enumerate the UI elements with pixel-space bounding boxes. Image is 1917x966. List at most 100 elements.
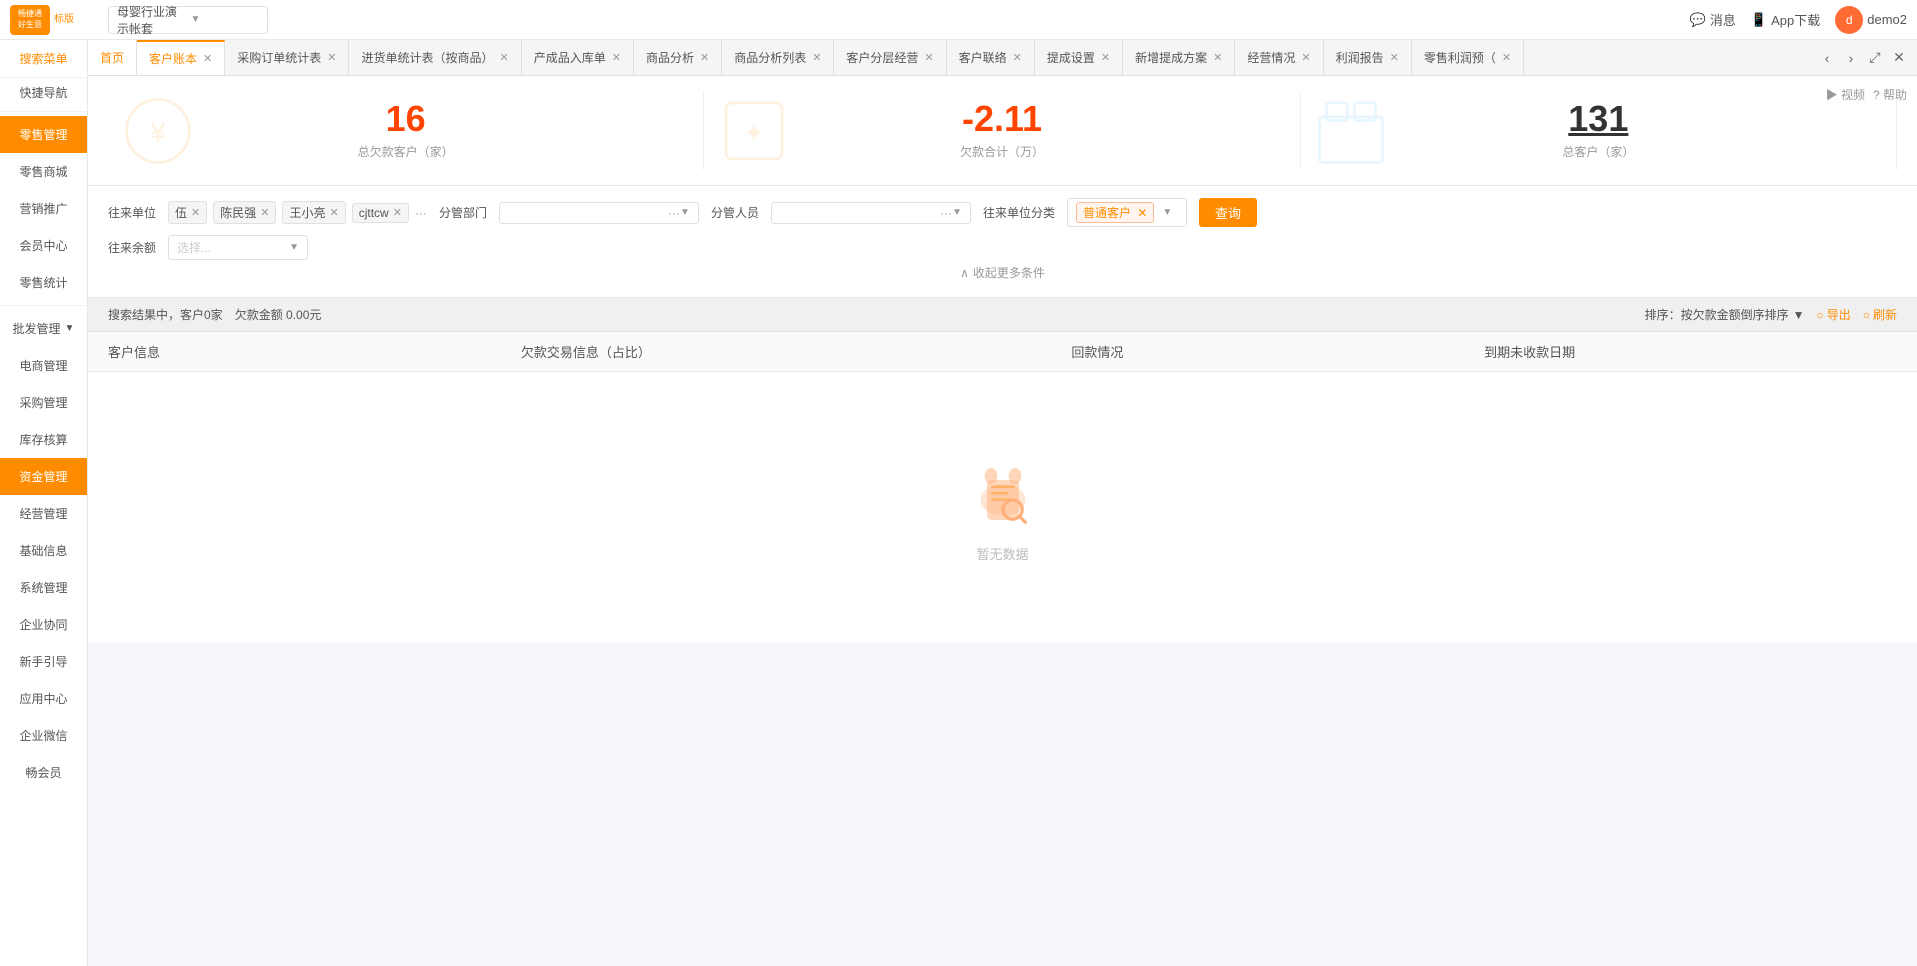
user-name: demo2 [1867, 12, 1907, 27]
tab-close-customer-ledger[interactable]: ✕ [203, 52, 212, 65]
sidebar-item-retail-management[interactable]: 零售管理 [0, 116, 87, 153]
tab-close-all-button[interactable]: ✕ [1889, 48, 1909, 68]
tab-customer-tier[interactable]: 客户分层经营 ✕ [834, 40, 946, 76]
sidebar: 搜索菜单 快捷导航 零售管理 零售商城 营销推广 会员中心 零售统计 批发管理 … [0, 40, 88, 966]
results-summary: 搜索结果中，客户0家 [108, 306, 223, 323]
sidebar-item-guide[interactable]: 新手引导 [0, 643, 87, 680]
person-selector[interactable]: ··· ▼ [771, 202, 971, 224]
sidebar-item-wholesale[interactable]: 批发管理 ▼ [0, 310, 87, 347]
category-filter-label: 往来单位分类 [983, 204, 1055, 221]
tab-close-customer-tier[interactable]: ✕ [924, 51, 933, 64]
video-help-button[interactable]: ▶ 视频 [1826, 86, 1865, 103]
tab-goods-analysis[interactable]: 商品分析 ✕ [634, 40, 722, 76]
category-tag: 普通客户 ✕ [1076, 202, 1154, 223]
sidebar-item-operations[interactable]: 经营管理 [0, 495, 87, 532]
collapse-filters-button[interactable]: ∧ 收起更多条件 [108, 260, 1897, 285]
tab-customer-ledger[interactable]: 客户账本 ✕ [137, 40, 225, 76]
tab-next-button[interactable]: › [1841, 48, 1861, 68]
sidebar-item-member[interactable]: 畅会员 [0, 754, 87, 791]
tab-customer-contact[interactable]: 客户联络 ✕ [947, 40, 1035, 76]
sort-selector[interactable]: 排序：按欠款金额倒序排序 ▼ [1645, 306, 1805, 323]
app-logo: 畅捷通好生意 [10, 5, 50, 35]
empty-icon [963, 452, 1043, 532]
tab-close-contact[interactable]: ✕ [1013, 51, 1022, 64]
content-area: 首页 客户账本 ✕ 采购订单统计表 ✕ 进货单统计表（按商品） ✕ 产成品入库单… [88, 40, 1917, 966]
unit-filter-label: 往来单位 [108, 204, 156, 221]
sidebar-item-wechat[interactable]: 企业微信 [0, 717, 87, 754]
tab-profit-report[interactable]: 利润报告 ✕ [1324, 40, 1412, 76]
sidebar-item-basic-info[interactable]: 基础信息 [0, 532, 87, 569]
tab-operations[interactable]: 经营情况 ✕ [1235, 40, 1323, 76]
unit-tag-more[interactable]: ··· [415, 206, 427, 220]
workspace-selector[interactable]: 母婴行业演示帐套 ▼ [108, 6, 268, 34]
filter-row-2: 往来余额 选择... ▼ [108, 235, 1897, 260]
unit-tag-cjttcw-close[interactable]: ✕ [393, 206, 402, 219]
sidebar-item-retail-mall[interactable]: 零售商城 [0, 153, 87, 190]
sidebar-item-inventory[interactable]: 库存核算 [0, 421, 87, 458]
table-area: 客户信息 欠款交易信息（占比） 回款情况 到期未收款日期 [88, 332, 1917, 643]
sidebar-item-retail-stats[interactable]: 零售统计 [0, 264, 87, 301]
top-right-area: 💬 消息 📱 App下载 d demo2 [1690, 6, 1907, 34]
refresh-button[interactable]: ○ 刷新 [1863, 306, 1897, 323]
tab-close-goods-inbound[interactable]: ✕ [500, 51, 509, 64]
tab-close-goods-list[interactable]: ✕ [812, 51, 821, 64]
dept-selector[interactable]: ··· ▼ [499, 202, 699, 224]
sidebar-item-app-center[interactable]: 应用中心 [0, 680, 87, 717]
tab-close-goods-analysis[interactable]: ✕ [700, 51, 709, 64]
tab-goods-inbound[interactable]: 进货单统计表（按商品） ✕ [349, 40, 521, 76]
tab-retail-profit[interactable]: 零售利润预（ ✕ [1412, 40, 1524, 76]
export-button[interactable]: ○ 导出 [1816, 306, 1850, 323]
results-amount: 欠款金额 0.00元 [235, 306, 322, 323]
stat-label-3: 总客户（家） [1562, 143, 1634, 160]
svg-text:✦: ✦ [744, 120, 765, 147]
unit-tag-wang-close[interactable]: ✕ [330, 206, 339, 219]
sidebar-item-membership[interactable]: 会员中心 [0, 227, 87, 264]
tab-new-commission[interactable]: 新增提成方案 ✕ [1123, 40, 1235, 76]
unit-tag-wu-close[interactable]: ✕ [191, 206, 200, 219]
sidebar-item-marketing[interactable]: 营销推广 [0, 190, 87, 227]
sidebar-item-purchase[interactable]: 采购管理 [0, 384, 87, 421]
sidebar-item-enterprise[interactable]: 企业协同 [0, 606, 87, 643]
balance-selector[interactable]: 选择... ▼ [168, 235, 308, 260]
tab-close-retail-profit[interactable]: ✕ [1502, 51, 1511, 64]
dept-chevron-icon: ▼ [680, 207, 690, 218]
tab-commission-settings[interactable]: 提成设置 ✕ [1035, 40, 1123, 76]
query-button[interactable]: 查询 [1199, 198, 1257, 227]
tab-close-purchase-stats[interactable]: ✕ [327, 51, 336, 64]
help-icons: ▶ 视频 ? 帮助 [1826, 86, 1907, 103]
category-selector[interactable]: 普通客户 ✕ ▼ [1067, 198, 1187, 227]
help-button[interactable]: ? 帮助 [1873, 86, 1907, 103]
tab-purchase-stats[interactable]: 采购订单统计表 ✕ [225, 40, 349, 76]
sidebar-item-ecommerce[interactable]: 电商管理 [0, 347, 87, 384]
sidebar-item-finance[interactable]: 资金管理 [0, 458, 87, 495]
unit-tag-wu: 伍 ✕ [168, 201, 207, 224]
results-actions: 排序：按欠款金额倒序排序 ▼ ○ 导出 ○ 刷新 [1645, 306, 1897, 323]
page-content: ¥ 16 总欠款客户（家） ✦ [88, 76, 1917, 966]
tab-production-inbound[interactable]: 产成品入库单 ✕ [522, 40, 634, 76]
tab-expand-button[interactable]: ⤢ [1865, 48, 1885, 68]
tab-close-new-commission[interactable]: ✕ [1213, 51, 1222, 64]
user-avatar-area[interactable]: d demo2 [1835, 6, 1907, 34]
unit-tag-chen-close[interactable]: ✕ [260, 206, 269, 219]
message-button[interactable]: 💬 消息 [1690, 10, 1736, 29]
collapse-icon: ∧ [960, 266, 969, 280]
tab-close-commission[interactable]: ✕ [1101, 51, 1110, 64]
tab-prev-button[interactable]: ‹ [1817, 48, 1837, 68]
empty-text: 暂无数据 [976, 544, 1028, 563]
sidebar-item-system[interactable]: 系统管理 [0, 569, 87, 606]
workspace-chevron-icon: ▼ [191, 14, 260, 25]
person-filter-label: 分管人员 [711, 204, 759, 221]
tab-close-production[interactable]: ✕ [612, 51, 621, 64]
tab-close-ops[interactable]: ✕ [1301, 51, 1310, 64]
tab-goods-analysis-list[interactable]: 商品分析列表 ✕ [722, 40, 834, 76]
sort-chevron-icon: ▼ [1793, 308, 1805, 322]
app-download-button[interactable]: 📱 App下载 [1751, 10, 1820, 29]
tab-home[interactable]: 首页 [88, 40, 137, 76]
balance-chevron-icon: ▼ [289, 242, 299, 253]
sidebar-quick-nav[interactable]: 快捷导航 [0, 78, 87, 107]
sidebar-search[interactable]: 搜索菜单 [0, 40, 87, 78]
tab-close-profit[interactable]: ✕ [1390, 51, 1399, 64]
person-chevron-icon: ▼ [952, 207, 962, 218]
category-tag-close[interactable]: ✕ [1137, 206, 1147, 220]
user-avatar: d [1835, 6, 1863, 34]
